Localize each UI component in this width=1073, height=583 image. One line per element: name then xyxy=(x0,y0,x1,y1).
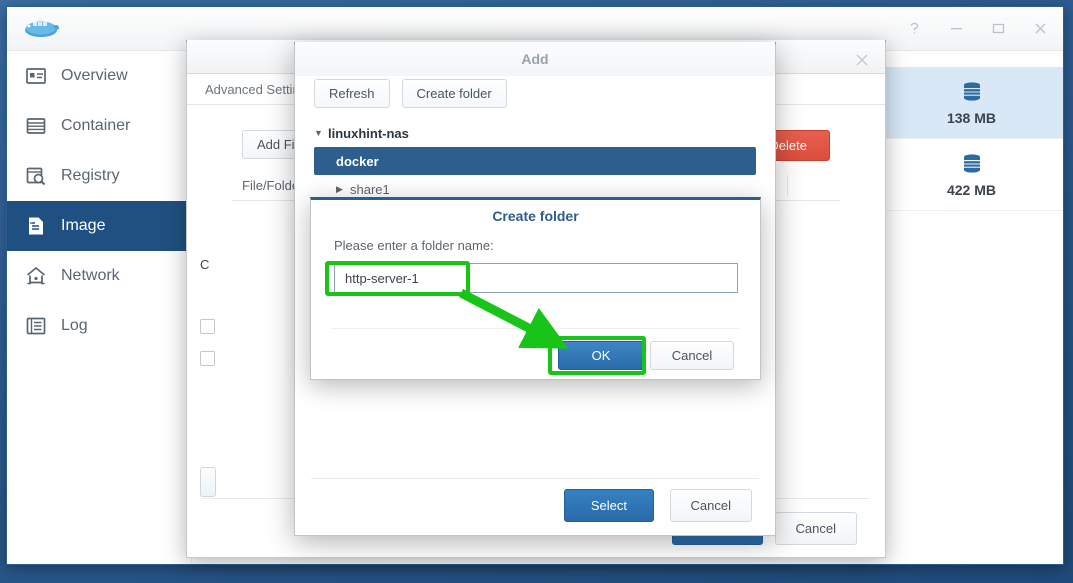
network-home-icon xyxy=(25,265,47,287)
column-header-file-folder: File/Folder xyxy=(242,178,304,193)
help-button[interactable] xyxy=(901,15,927,41)
folder-tree: ▼ linuxhint-nas docker ▶ share1 xyxy=(314,119,756,203)
folder-name-input[interactable] xyxy=(334,263,738,293)
footer-divider xyxy=(311,478,759,479)
sidebar-item-label: Container xyxy=(61,117,131,134)
folder-name-prompt: Please enter a folder name: xyxy=(334,238,494,253)
sidebar-item-label: Registry xyxy=(61,167,120,184)
sidebar-item-registry[interactable]: Registry xyxy=(7,151,191,201)
cancel-button[interactable]: Cancel xyxy=(669,489,752,522)
cancel-button[interactable]: Cancel xyxy=(774,512,857,545)
sidebar-item-overview[interactable]: Overview xyxy=(7,51,191,101)
select-button[interactable]: Select xyxy=(563,489,654,522)
refresh-button[interactable]: Refresh xyxy=(314,79,390,108)
database-icon xyxy=(959,151,985,177)
window-controls xyxy=(901,15,1053,41)
sidebar: Overview Container Registry Image Networ… xyxy=(7,51,192,564)
sidebar-item-label: Log xyxy=(61,317,88,334)
registry-search-icon xyxy=(25,165,47,187)
table-row[interactable]: 422 MB xyxy=(880,139,1063,211)
advanced-checkbox-2[interactable] xyxy=(200,351,215,366)
create-folder-button[interactable]: Create folder xyxy=(401,79,507,108)
sidebar-item-network[interactable]: Network xyxy=(7,251,191,301)
log-list-icon xyxy=(25,315,47,337)
add-dialog-title: Add xyxy=(295,42,775,76)
header-divider xyxy=(787,175,788,196)
advanced-misc-button[interactable] xyxy=(200,467,216,497)
minimize-button[interactable] xyxy=(943,15,969,41)
add-dialog-toolbar: Refresh Create folder xyxy=(314,79,507,108)
sidebar-item-label: Image xyxy=(61,217,106,234)
dialog-divider xyxy=(331,328,740,329)
table-row[interactable]: 138 MB xyxy=(880,67,1063,139)
sidebar-item-container[interactable]: Container xyxy=(7,101,191,151)
image-document-icon xyxy=(25,215,47,237)
section-label: C xyxy=(200,257,210,272)
maximize-button[interactable] xyxy=(985,15,1011,41)
create-folder-dialog: Create folder Please enter a folder name… xyxy=(310,197,761,380)
database-icon xyxy=(959,79,985,105)
advanced-checkbox-1[interactable] xyxy=(200,319,215,334)
overview-icon xyxy=(25,65,47,87)
sidebar-item-label: Overview xyxy=(61,67,128,84)
tree-item-label: docker xyxy=(336,153,379,169)
tree-item-label: share1 xyxy=(350,181,390,197)
sidebar-item-log[interactable]: Log xyxy=(7,301,191,351)
sidebar-item-label: Network xyxy=(61,267,120,284)
docker-whale-icon xyxy=(21,16,61,42)
close-icon[interactable] xyxy=(849,47,875,73)
cancel-button[interactable]: Cancel xyxy=(650,341,734,370)
sidebar-item-image[interactable]: Image xyxy=(7,201,191,251)
chevron-right-icon[interactable]: ▶ xyxy=(336,184,350,195)
ok-button[interactable]: OK xyxy=(558,341,644,370)
tree-item-linuxhint-nas[interactable]: ▼ linuxhint-nas xyxy=(314,119,756,147)
tree-item-label: linuxhint-nas xyxy=(328,125,409,141)
image-size: 138 MB xyxy=(946,110,997,126)
container-icon xyxy=(25,115,47,137)
chevron-down-icon[interactable]: ▼ xyxy=(314,128,328,138)
image-size: 422 MB xyxy=(946,182,997,198)
create-folder-title: Create folder xyxy=(492,208,579,224)
tree-item-docker[interactable]: docker xyxy=(314,147,756,175)
close-button[interactable] xyxy=(1027,15,1053,41)
